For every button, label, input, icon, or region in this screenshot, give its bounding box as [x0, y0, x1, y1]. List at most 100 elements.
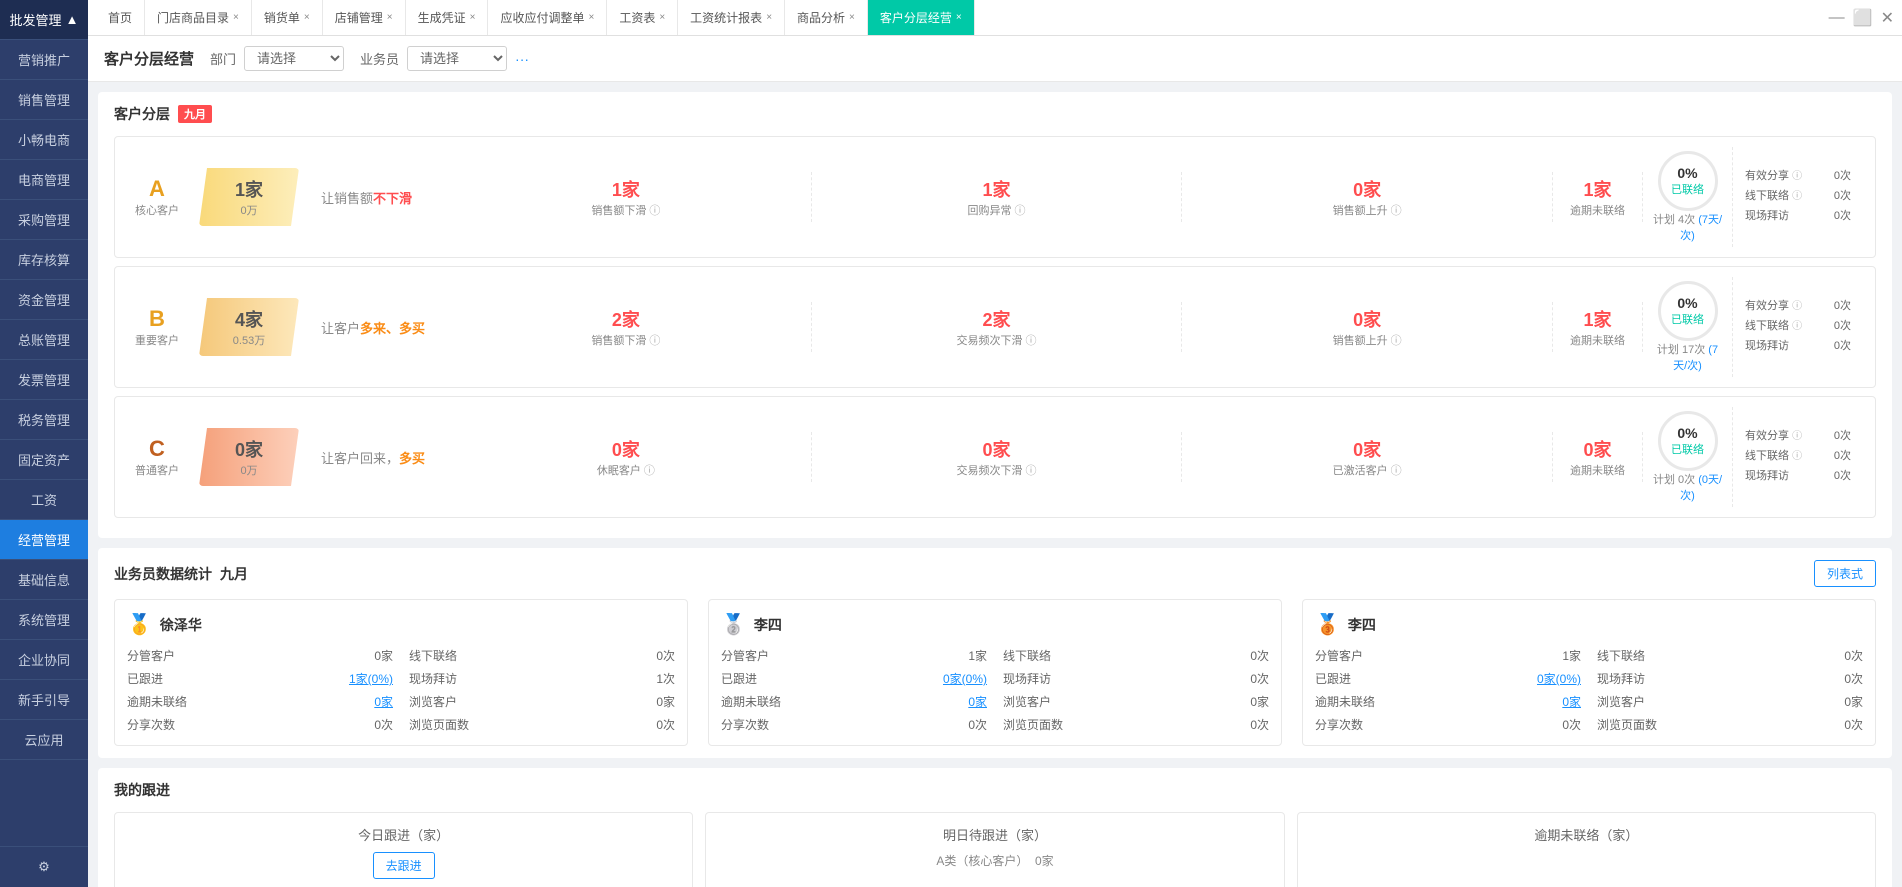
sales-stat-val[interactable]: 0家(0%) [943, 670, 987, 687]
sales-stat-val: 0次 [656, 647, 675, 664]
sales-stat-row: 已跟进 1家(0%) [127, 670, 393, 687]
tab-close-应收应付调整单[interactable]: × [588, 12, 594, 23]
list-view-button[interactable]: 列表式 [1814, 560, 1876, 587]
info-icon[interactable]: ⓘ [1026, 462, 1037, 478]
sidebar-top[interactable]: 批发管理 ▲ [0, 0, 88, 40]
tab-销货单[interactable]: 销货单× [252, 0, 323, 36]
tier-circle-C[interactable]: 0% 已联络 计划 0次 (0天/次) [1643, 407, 1733, 507]
info-icon[interactable]: ⓘ [1391, 462, 1402, 478]
info-icon[interactable]: ⓘ [644, 462, 655, 478]
sidebar-item-电商管理[interactable]: 电商管理 [0, 160, 88, 200]
tab-客户分层经营[interactable]: 客户分层经营× [868, 0, 975, 36]
go-follow-button[interactable]: 去跟进 [373, 852, 435, 879]
window-restore-icon[interactable]: ⬜ [1853, 8, 1873, 28]
info-icon[interactable]: ⓘ [1792, 191, 1802, 202]
sidebar-item-经营管理[interactable]: 经营管理 [0, 520, 88, 560]
info-icon[interactable]: ⓘ [1026, 332, 1037, 348]
sales-stat-row: 线下联络 0次 [409, 647, 675, 664]
info-icon[interactable]: ⓘ [1391, 202, 1402, 218]
sidebar-item-采购管理[interactable]: 采购管理 [0, 200, 88, 240]
tier-stat[interactable]: 0家 销售额上升ⓘ [1182, 172, 1553, 222]
sidebar-item-总账管理[interactable]: 总账管理 [0, 320, 88, 360]
sales-card-1: 🥈 李四 分管客户 1家 线下联络 0次 已跟进 0家(0%) 现场拜访 0次 [708, 599, 1282, 746]
tab-应收应付调整单[interactable]: 应收应付调整单× [488, 0, 607, 36]
info-icon[interactable]: ⓘ [649, 332, 660, 348]
more-filter-icon[interactable]: ··· [515, 51, 529, 67]
sidebar-item-固定资产[interactable]: 固定资产 [0, 440, 88, 480]
tab-close-工资统计报表[interactable]: × [766, 12, 772, 23]
tier-stat[interactable]: 1家 回购异常ⓘ [812, 172, 1183, 222]
tier-contact-C[interactable]: 0家 逾期未联络 [1553, 432, 1643, 482]
tier-stat[interactable]: 2家 销售额下滑ⓘ [441, 302, 812, 352]
tab-close-门店商品目录[interactable]: × [233, 12, 239, 23]
info-icon[interactable]: ⓘ [1792, 321, 1802, 332]
tab-close-客户分层经营[interactable]: × [956, 12, 962, 23]
tier-stat[interactable]: 0家 休眠客户ⓘ [441, 432, 812, 482]
sidebar-item-资金管理[interactable]: 资金管理 [0, 280, 88, 320]
sidebar-item-营销推广[interactable]: 营销推广 [0, 40, 88, 80]
sales-stat-val[interactable]: 0家 [1562, 693, 1581, 710]
tier-count-A[interactable]: 1家 0万 [199, 168, 299, 226]
sidebar-item-基础信息[interactable]: 基础信息 [0, 560, 88, 600]
sales-stat-row: 分享次数 0次 [721, 716, 987, 733]
tier-count-C[interactable]: 0家 0万 [199, 428, 299, 486]
sales-stat-val: 1次 [656, 670, 675, 687]
page-content: 客户分层经营 部门 请选择 业务员 请选择 ··· 客户分层 九月 [88, 36, 1902, 887]
sidebar-item-发票管理[interactable]: 发票管理 [0, 360, 88, 400]
settings-button[interactable]: ⚙ [0, 846, 88, 887]
info-icon[interactable]: ⓘ [1792, 301, 1802, 312]
tier-stat[interactable]: 1家 销售额下滑ⓘ [441, 172, 812, 222]
tier-stat[interactable]: 0家 交易频次下滑ⓘ [812, 432, 1183, 482]
tier-circle-A[interactable]: 0% 已联络 计划 4次 (7天/次) [1643, 147, 1733, 247]
tab-close-销货单[interactable]: × [304, 12, 310, 23]
info-icon[interactable]: ⓘ [1792, 171, 1802, 182]
tier-circle-B[interactable]: 0% 已联络 计划 17次 (7天/次) [1643, 277, 1733, 377]
info-icon[interactable]: ⓘ [1792, 451, 1802, 462]
tab-close-店铺管理[interactable]: × [387, 12, 393, 23]
tab-close-生成凭证[interactable]: × [470, 12, 476, 23]
info-icon[interactable]: ⓘ [649, 202, 660, 218]
info-icon[interactable]: ⓘ [1391, 332, 1402, 348]
tier-stat[interactable]: 2家 交易频次下滑ⓘ [812, 302, 1183, 352]
sidebar-item-系统管理[interactable]: 系统管理 [0, 600, 88, 640]
sales-stat-val[interactable]: 0家 [968, 693, 987, 710]
tier-stat[interactable]: 0家 已激活客户ⓘ [1182, 432, 1553, 482]
sales-stat-val[interactable]: 0家 [374, 693, 393, 710]
info-icon[interactable]: ⓘ [1792, 431, 1802, 442]
gear-icon: ⚙ [38, 859, 50, 874]
sidebar-item-新手引导[interactable]: 新手引导 [0, 680, 88, 720]
sidebar-item-小畅电商[interactable]: 小畅电商 [0, 120, 88, 160]
tab-门店商品目录[interactable]: 门店商品目录× [145, 0, 252, 36]
sidebar-item-销售管理[interactable]: 销售管理 [0, 80, 88, 120]
tab-生成凭证[interactable]: 生成凭证× [406, 0, 489, 36]
sidebar-collapse-icon[interactable]: ▲ [66, 12, 79, 27]
sales-stat-row: 浏览客户 0家 [1003, 693, 1269, 710]
sales-stat-val: 0次 [656, 716, 675, 733]
tab-商品分析[interactable]: 商品分析× [785, 0, 868, 36]
tab-close-商品分析[interactable]: × [849, 12, 855, 23]
sales-select[interactable]: 请选择 [407, 46, 507, 71]
tier-count-B[interactable]: 4家 0.53万 [199, 298, 299, 356]
info-icon[interactable]: ⓘ [1015, 202, 1026, 218]
sidebar-item-企业协同[interactable]: 企业协同 [0, 640, 88, 680]
tab-店铺管理[interactable]: 店铺管理× [323, 0, 406, 36]
sidebar-item-云应用[interactable]: 云应用 [0, 720, 88, 760]
sales-stat-row: 线下联络 0次 [1597, 647, 1863, 664]
tab-工资统计报表[interactable]: 工资统计报表× [678, 0, 785, 36]
tier-stat[interactable]: 0家 销售额上升ⓘ [1182, 302, 1553, 352]
sales-stat-val[interactable]: 1家(0%) [349, 670, 393, 687]
sidebar-item-工资[interactable]: 工资 [0, 480, 88, 520]
dept-label: 部门 [210, 49, 236, 68]
sidebar-item-库存核算[interactable]: 库存核算 [0, 240, 88, 280]
sales-stat-val[interactable]: 0家(0%) [1537, 670, 1581, 687]
tier-contact-B[interactable]: 1家 逾期未联络 [1553, 302, 1643, 352]
tab-close-工资表[interactable]: × [659, 12, 665, 23]
sidebar-top-label: 批发管理 [10, 10, 62, 29]
window-minimize-icon[interactable]: — [1829, 9, 1845, 27]
tab-工资表[interactable]: 工资表× [607, 0, 678, 36]
sidebar-item-税务管理[interactable]: 税务管理 [0, 400, 88, 440]
tab-首页[interactable]: 首页 [96, 0, 145, 36]
window-close-icon[interactable]: ✕ [1881, 8, 1894, 28]
tier-contact-A[interactable]: 1家 逾期未联络 [1553, 172, 1643, 222]
dept-select[interactable]: 请选择 [244, 46, 344, 71]
